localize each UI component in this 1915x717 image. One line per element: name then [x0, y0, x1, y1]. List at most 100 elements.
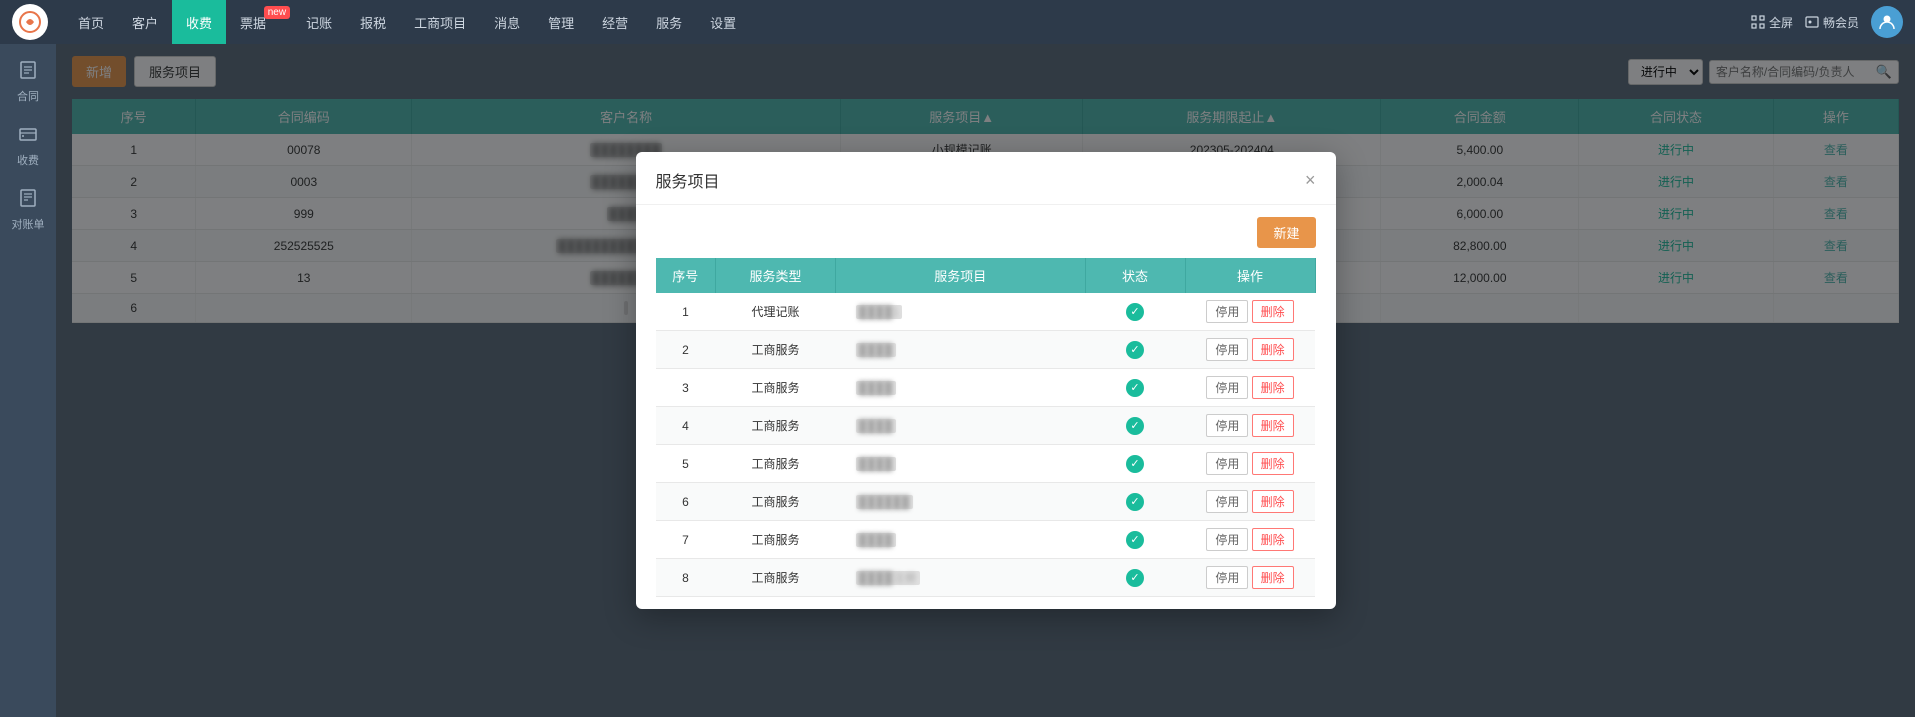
modal-cell-status: ✓ — [1085, 445, 1185, 483]
sidebar-item-label-reconcile: 对账单 — [12, 216, 45, 232]
nav-message[interactable]: 消息 — [480, 0, 534, 44]
nav-customer[interactable]: 客户 — [118, 0, 172, 44]
right-controls: 全屏 畅会员 — [1751, 6, 1903, 38]
fullscreen-button[interactable]: 全屏 — [1751, 14, 1793, 31]
contract-icon — [18, 60, 38, 85]
status-active-icon: ✓ — [1126, 493, 1144, 511]
nav-settings[interactable]: 设置 — [696, 0, 750, 44]
delete-button[interactable]: 删除 — [1252, 414, 1294, 437]
stop-button[interactable]: 停用 — [1206, 528, 1248, 551]
modal-cell-status: ✓ — [1085, 331, 1185, 369]
modal-cell-type: 代理记账 — [716, 293, 836, 331]
sidebar-item-contract[interactable]: 合同 — [3, 52, 53, 112]
modal-close-button[interactable]: × — [1305, 171, 1316, 189]
modal-cell-status: ✓ — [1085, 521, 1185, 559]
app-logo — [12, 4, 48, 40]
modal-cell-actions: 停用 删除 — [1185, 559, 1315, 597]
service-items-table: 序号 服务类型 服务项目 状态 操作 1 代理记账 ████1 ✓ 停用 — [656, 258, 1316, 597]
modal-cell-type: 工商服务 — [716, 445, 836, 483]
modal-cell-actions: 停用 删除 — [1185, 483, 1315, 521]
status-active-icon: ✓ — [1126, 341, 1144, 359]
content-area: 新增 服务项目 进行中 🔍 序号 合同编码 — [56, 44, 1915, 717]
modal-table-wrap[interactable]: 序号 服务类型 服务项目 状态 操作 1 代理记账 ████1 ✓ 停用 — [656, 258, 1316, 597]
list-item: 5 工商服务 ████ ✓ 停用 删除 — [656, 445, 1316, 483]
nav-bookkeeping[interactable]: 记账 — [292, 0, 346, 44]
modal-cell-item: ████ — [836, 445, 1086, 483]
modal-cell-actions: 停用 删除 — [1185, 293, 1315, 331]
modal-cell-actions: 停用 删除 — [1185, 331, 1315, 369]
modal-cell-item: ████ — [836, 521, 1086, 559]
modal-cell-seq: 8 — [656, 559, 716, 597]
modal-cell-actions: 停用 删除 — [1185, 521, 1315, 559]
modal-cell-item: ████ — [836, 407, 1086, 445]
delete-button[interactable]: 删除 — [1252, 528, 1294, 551]
list-item: 7 工商服务 ████ ✓ 停用 删除 — [656, 521, 1316, 559]
modal-col-action: 操作 — [1185, 258, 1315, 293]
new-badge: new — [264, 6, 290, 19]
list-item: 8 工商服务 ████注册 ✓ 停用 删除 — [656, 559, 1316, 597]
modal-cell-item: ██████ — [836, 483, 1086, 521]
modal-cell-actions: 停用 删除 — [1185, 407, 1315, 445]
modal-new-button[interactable]: 新建 — [1257, 217, 1315, 248]
delete-button[interactable]: 删除 — [1252, 338, 1294, 361]
modal-cell-status: ✓ — [1085, 293, 1185, 331]
nav-operation[interactable]: 经营 — [588, 0, 642, 44]
delete-button[interactable]: 删除 — [1252, 490, 1294, 513]
list-item: 4 工商服务 ████ ✓ 停用 删除 — [656, 407, 1316, 445]
stop-button[interactable]: 停用 — [1206, 414, 1248, 437]
modal-cell-item: ████注册 — [836, 559, 1086, 597]
delete-button[interactable]: 删除 — [1252, 452, 1294, 475]
nav-business[interactable]: 工商项目 — [400, 0, 480, 44]
modal-cell-type: 工商服务 — [716, 369, 836, 407]
modal-cell-type: 工商服务 — [716, 559, 836, 597]
modal-cell-type: 工商服务 — [716, 521, 836, 559]
stop-button[interactable]: 停用 — [1206, 376, 1248, 399]
modal-body: 新建 序号 服务类型 服务项目 状态 操作 — [636, 205, 1336, 609]
modal-cell-seq: 4 — [656, 407, 716, 445]
modal-col-type: 服务类型 — [716, 258, 836, 293]
nav-manage[interactable]: 管理 — [534, 0, 588, 44]
sidebar-item-reconcile[interactable]: 对账单 — [3, 180, 53, 240]
top-navigation: 首页 客户 收费 票据 new 记账 报税 工商项目 消息 管理 经营 — [0, 0, 1915, 44]
modal-cell-seq: 5 — [656, 445, 716, 483]
modal-cell-item: ████1 — [836, 293, 1086, 331]
modal-cell-seq: 7 — [656, 521, 716, 559]
reconcile-icon — [18, 188, 38, 213]
modal-cell-seq: 3 — [656, 369, 716, 407]
modal-toolbar: 新建 — [656, 217, 1316, 248]
modal-col-seq: 序号 — [656, 258, 716, 293]
member-button[interactable]: 畅会员 — [1805, 14, 1859, 31]
modal-cell-seq: 1 — [656, 293, 716, 331]
modal-cell-type: 工商服务 — [716, 331, 836, 369]
modal-cell-seq: 6 — [656, 483, 716, 521]
status-active-icon: ✓ — [1126, 455, 1144, 473]
user-avatar[interactable] — [1871, 6, 1903, 38]
sidebar-item-fees[interactable]: 收费 — [3, 116, 53, 176]
stop-button[interactable]: 停用 — [1206, 566, 1248, 589]
main-layout: 合同 收费 对账单 新增 服务项目 进行中 — [0, 44, 1915, 717]
stop-button[interactable]: 停用 — [1206, 338, 1248, 361]
modal-cell-actions: 停用 删除 — [1185, 369, 1315, 407]
nav-home[interactable]: 首页 — [64, 0, 118, 44]
delete-button[interactable]: 删除 — [1252, 376, 1294, 399]
modal-col-item: 服务项目 — [836, 258, 1086, 293]
modal-header: 服务项目 × — [636, 152, 1336, 205]
nav-tax[interactable]: 报税 — [346, 0, 400, 44]
delete-button[interactable]: 删除 — [1252, 300, 1294, 323]
modal-col-status: 状态 — [1085, 258, 1185, 293]
nav-fees[interactable]: 收费 — [172, 0, 226, 44]
status-active-icon: ✓ — [1126, 569, 1144, 587]
fees-icon — [18, 124, 38, 149]
delete-button[interactable]: 删除 — [1252, 566, 1294, 589]
nav-service[interactable]: 服务 — [642, 0, 696, 44]
modal-cell-seq: 2 — [656, 331, 716, 369]
list-item: 6 工商服务 ██████ ✓ 停用 删除 — [656, 483, 1316, 521]
nav-invoice[interactable]: 票据 new — [226, 0, 292, 44]
nav-items: 首页 客户 收费 票据 new 记账 报税 工商项目 消息 管理 经营 — [64, 0, 1751, 44]
stop-button[interactable]: 停用 — [1206, 452, 1248, 475]
modal-cell-status: ✓ — [1085, 483, 1185, 521]
modal-cell-type: 工商服务 — [716, 483, 836, 521]
stop-button[interactable]: 停用 — [1206, 300, 1248, 323]
modal-cell-status: ✓ — [1085, 559, 1185, 597]
stop-button[interactable]: 停用 — [1206, 490, 1248, 513]
